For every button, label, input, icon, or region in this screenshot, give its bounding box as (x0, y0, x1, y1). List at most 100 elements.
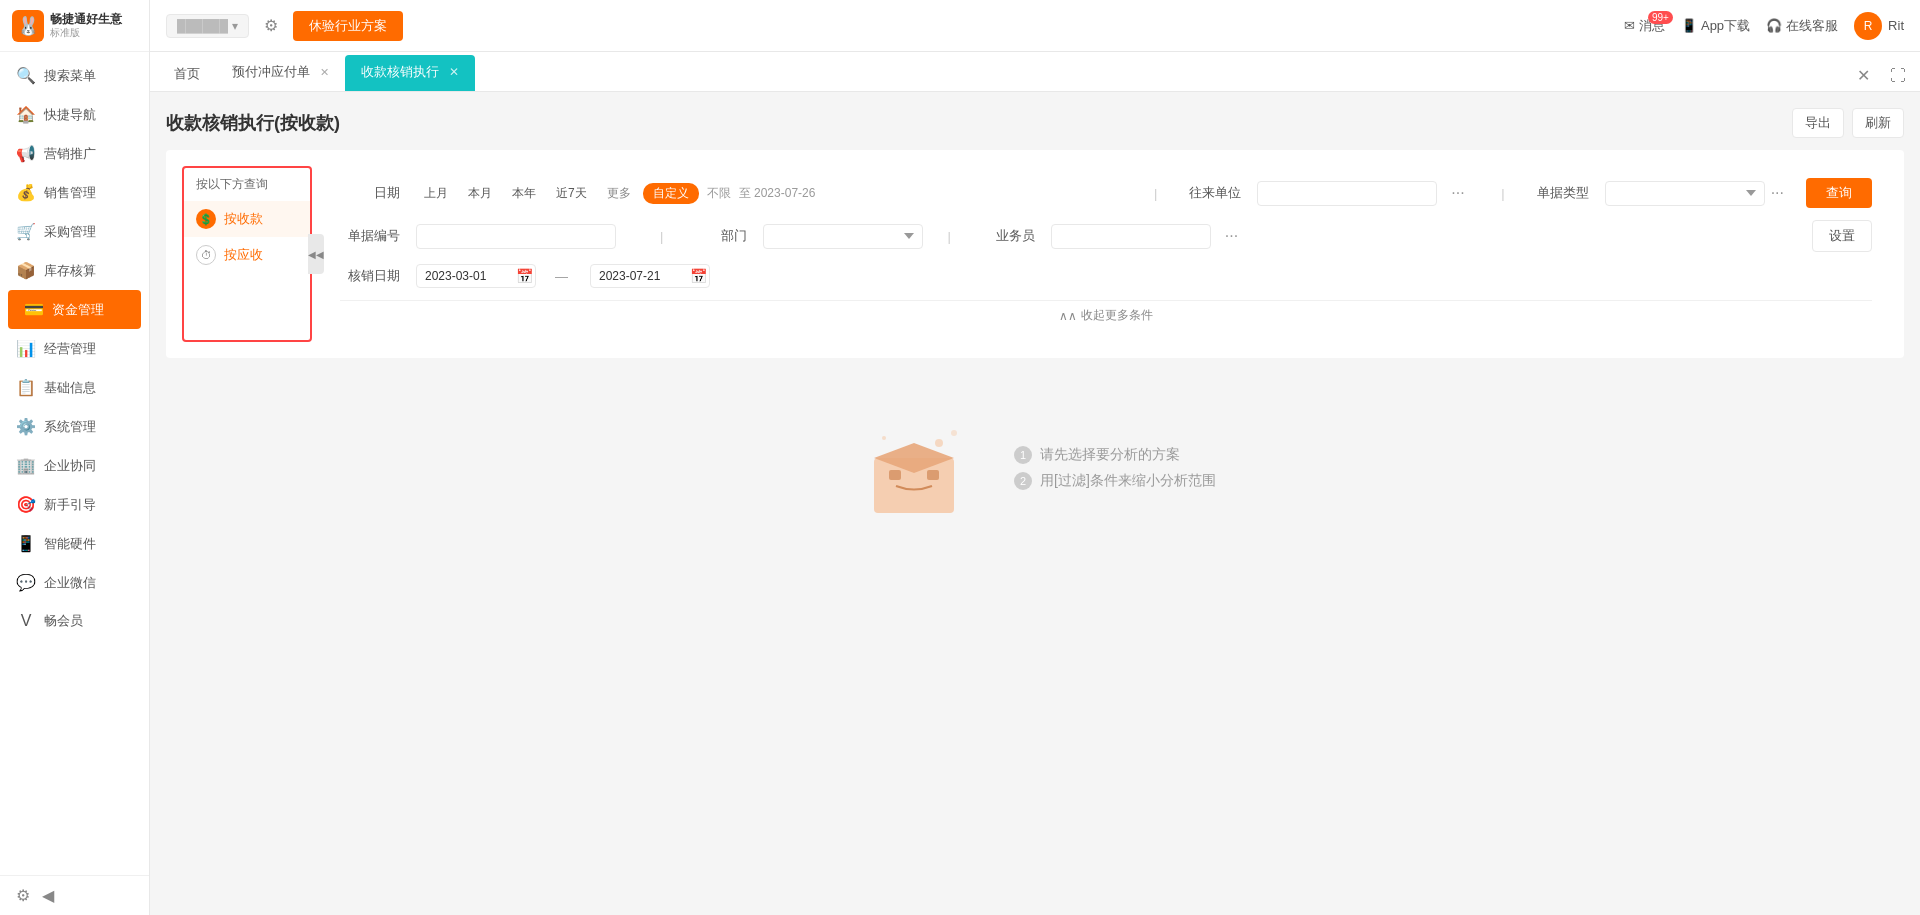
bill-no-input[interactable] (416, 224, 616, 249)
date-this-year[interactable]: 本年 (504, 183, 544, 204)
sidebar-item-hardware[interactable]: 📱 智能硬件 (0, 524, 149, 563)
sidebar-item-finance[interactable]: 💳 资金管理 (8, 290, 141, 329)
inventory-icon: 📦 (16, 261, 36, 280)
verification-date-start-input[interactable] (416, 264, 536, 288)
online-service-label: 在线客服 (1786, 17, 1838, 35)
dept-select[interactable] (763, 224, 923, 249)
logo-icon: 🐰 (12, 10, 44, 42)
step1-number: 1 (1014, 446, 1032, 464)
maximize-tab-icon[interactable]: ⛶ (1884, 65, 1912, 87)
sidebar-item-purchase[interactable]: 🛒 采购管理 (0, 212, 149, 251)
date-nolimit: 不限 (707, 185, 731, 202)
close-tab-icon[interactable]: ✕ (1851, 64, 1876, 87)
sidebar-menu: 🔍 搜索菜单 🏠 快捷导航 📢 营销推广 💰 销售管理 🛒 采购管理 📦 库存核… (0, 52, 149, 875)
wechat-icon: 💬 (16, 573, 36, 592)
filter-panel: 按以下方查询 💲 按收款 ⏱ 按应收 ◀◀ 日期 上月 (166, 150, 1904, 358)
date-label: 日期 (340, 184, 400, 202)
tab-home[interactable]: 首页 (158, 57, 216, 91)
sidebar-item-label: 搜索菜单 (44, 67, 96, 85)
sidebar-item-label: 新手引导 (44, 496, 96, 514)
bill-no-value (416, 224, 636, 249)
counterpart-input[interactable] (1257, 181, 1437, 206)
sidebar-logo: 🐰 畅捷通好生意 标准版 (0, 0, 149, 52)
settings-button[interactable]: 设置 (1812, 220, 1872, 252)
filter-by-receipt[interactable]: 💲 按收款 (184, 201, 310, 237)
filter-form: 日期 上月 本月 本年 近7天 更多 自定义 不限 至 2023-07-26 (324, 166, 1888, 342)
export-button[interactable]: 导出 (1792, 108, 1844, 138)
date-custom-tag[interactable]: 自定义 (643, 183, 699, 204)
finance-icon: 💳 (24, 300, 44, 319)
main-area: ██████ ▾ ⚙ 休验行业方案 ✉ 消息 99+ 📱 App下载 🎧 在线客… (150, 0, 1920, 915)
online-service-button[interactable]: 🎧 在线客服 (1766, 17, 1838, 35)
empty-state: 1 请先选择要分析的方案 2 用[过滤]条件来缩小分析范围 (166, 358, 1904, 578)
company-select[interactable]: ██████ ▾ (166, 14, 249, 38)
sales-icon: 💰 (16, 183, 36, 202)
bill-type-more-icon[interactable]: ··· (1765, 182, 1790, 204)
sidebar-item-inventory[interactable]: 📦 库存核算 (0, 251, 149, 290)
sidebar-item-label: 资金管理 (52, 301, 104, 319)
page-content: 收款核销执行(按收款) 导出 刷新 按以下方查询 💲 按收款 ⏱ 按应收 ◀◀ (150, 92, 1920, 915)
date-range-separator: — (555, 269, 568, 284)
sidebar-item-label: 企业协同 (44, 457, 96, 475)
date-this-month[interactable]: 本月 (460, 183, 500, 204)
collapse-sidebar-icon[interactable]: ◀ (42, 886, 54, 905)
empty-step-1: 1 请先选择要分析的方案 (1014, 446, 1216, 464)
service-icon: 🎧 (1766, 18, 1782, 33)
sidebar-item-system[interactable]: ⚙️ 系统管理 (0, 407, 149, 446)
filter-by-receivable[interactable]: ⏱ 按应收 (184, 237, 310, 273)
date-last-month[interactable]: 上月 (416, 183, 456, 204)
date-more[interactable]: 更多 (599, 183, 639, 204)
close-tab-prepay-icon[interactable]: ✕ (320, 66, 329, 79)
salesman-input[interactable] (1051, 224, 1211, 249)
settings-icon[interactable]: ⚙ (16, 886, 30, 905)
refresh-button[interactable]: 刷新 (1852, 108, 1904, 138)
filter-row-verdate: 核销日期 📅 — 📅 (340, 264, 1872, 288)
sidebar-item-label: 库存核算 (44, 262, 96, 280)
sidebar: 🐰 畅捷通好生意 标准版 🔍 搜索菜单 🏠 快捷导航 📢 营销推广 💰 销售管理… (0, 0, 150, 915)
counterpart-label: 往来单位 (1181, 184, 1241, 202)
tab-collection[interactable]: 收款核销执行 ✕ (345, 55, 475, 91)
filter-type-sidebar: 按以下方查询 💲 按收款 ⏱ 按应收 ◀◀ (182, 166, 312, 342)
logo-text: 畅捷通好生意 标准版 (50, 12, 122, 38)
step2-number: 2 (1014, 472, 1032, 490)
svg-point-4 (935, 439, 943, 447)
sidebar-item-label: 经营管理 (44, 340, 96, 358)
basic-icon: 📋 (16, 378, 36, 397)
filter-row-billno: 单据编号 | 部门 | 业务员 ··· (340, 220, 1872, 252)
query-button[interactable]: 查询 (1806, 178, 1872, 208)
sidebar-item-search[interactable]: 🔍 搜索菜单 (0, 56, 149, 95)
counterpart-more-icon[interactable]: ··· (1445, 182, 1470, 204)
app-download-button[interactable]: 📱 App下载 (1681, 17, 1750, 35)
collapse-more-conditions[interactable]: ∧∧ 收起更多条件 (340, 300, 1872, 330)
page-header: 收款核销执行(按收款) 导出 刷新 (166, 108, 1904, 138)
filter-sidebar-title: 按以下方查询 (184, 176, 310, 201)
user-profile[interactable]: R Rit (1854, 12, 1904, 40)
topbar-settings-button[interactable]: ⚙ (257, 12, 285, 40)
tab-prepay[interactable]: 预付冲应付单 ✕ (216, 55, 345, 91)
salesman-value: ··· (1051, 224, 1231, 249)
collapse-filter-sidebar-button[interactable]: ◀◀ (308, 234, 324, 274)
sidebar-item-member[interactable]: V 畅会员 (0, 602, 149, 640)
verification-date-end-input[interactable] (590, 264, 710, 288)
sidebar-item-sales[interactable]: 💰 销售管理 (0, 173, 149, 212)
close-tab-collection-icon[interactable]: ✕ (449, 65, 459, 79)
bill-type-select[interactable] (1605, 181, 1765, 206)
date-to-label: 至 2023-07-26 (739, 185, 816, 202)
sidebar-item-wechat[interactable]: 💬 企业微信 (0, 563, 149, 602)
sidebar-item-enterprise[interactable]: 🏢 企业协同 (0, 446, 149, 485)
sidebar-item-marketing[interactable]: 📢 营销推广 (0, 134, 149, 173)
industry-solution-button[interactable]: 休验行业方案 (293, 11, 403, 41)
salesman-more-icon[interactable]: ··· (1219, 225, 1244, 247)
sidebar-item-guide[interactable]: 🎯 新手引导 (0, 485, 149, 524)
topbar-left: ██████ ▾ ⚙ 休验行业方案 (166, 11, 1612, 41)
dept-label: 部门 (687, 227, 747, 245)
system-icon: ⚙️ (16, 417, 36, 436)
date-7days[interactable]: 近7天 (548, 183, 595, 204)
page-title: 收款核销执行(按收款) (166, 111, 340, 135)
sidebar-item-quicknav[interactable]: 🏠 快捷导航 (0, 95, 149, 134)
sidebar-item-basic[interactable]: 📋 基础信息 (0, 368, 149, 407)
messages-button[interactable]: ✉ 消息 99+ (1624, 17, 1665, 35)
sidebar-item-operation[interactable]: 📊 经营管理 (0, 329, 149, 368)
sidebar-item-label: 畅会员 (44, 612, 83, 630)
topbar-right: ✉ 消息 99+ 📱 App下载 🎧 在线客服 R Rit (1624, 12, 1904, 40)
